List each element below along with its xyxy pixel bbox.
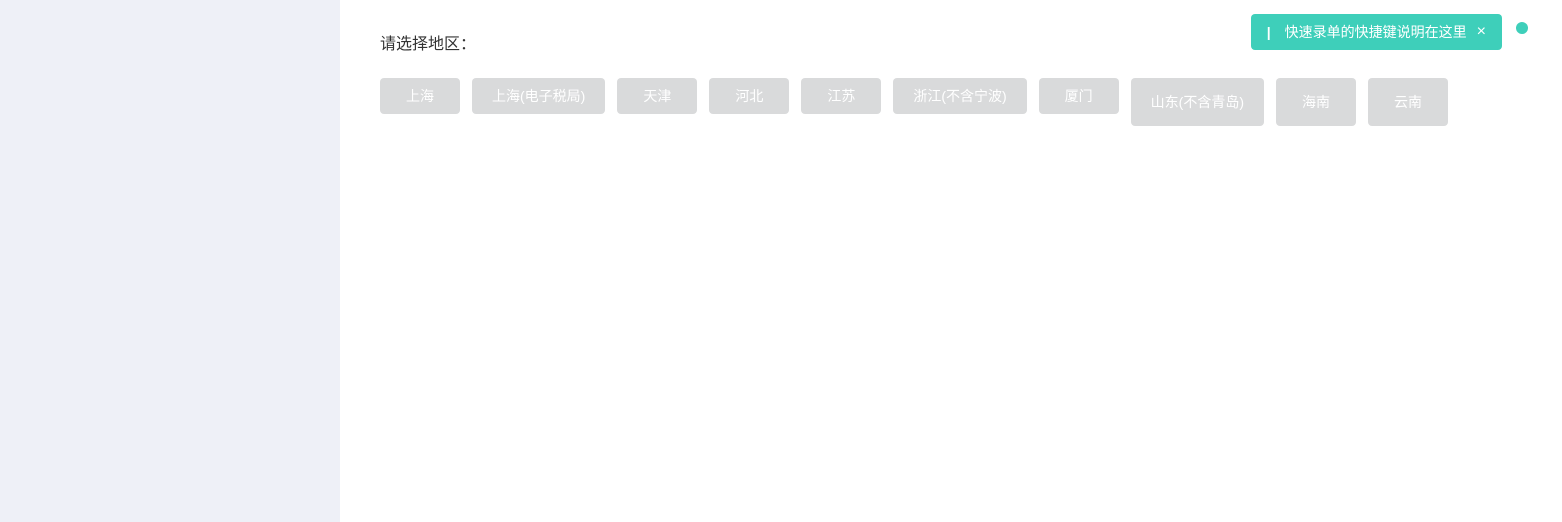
sidebar — [0, 0, 340, 522]
region-btn-tianjin[interactable]: 天津 — [617, 78, 697, 114]
region-btn-shanghai[interactable]: 上海 — [380, 78, 460, 114]
tooltip-dot — [1516, 22, 1528, 34]
region-btn-jiangsu[interactable]: 江苏 — [801, 78, 881, 114]
main-content: 请选择地区： 上海 上海(电子税局) 天津 河北 江苏 浙江(不含宁波) 厦门 … — [340, 0, 1562, 522]
tooltip-banner: 快速录单的快捷键说明在这里 × — [1251, 14, 1502, 50]
region-btn-xiamen[interactable]: 厦门 — [1039, 78, 1119, 114]
region-btn-shanghai-etax[interactable]: 上海(电子税局) — [472, 78, 605, 114]
tooltip-close-button[interactable]: × — [1477, 24, 1486, 40]
region-btn-hainan[interactable]: 海南 — [1276, 78, 1356, 126]
region-row-2: 山东(不含青岛) 海南 云南 — [1131, 78, 1448, 126]
region-btn-yunnan[interactable]: 云南 — [1368, 78, 1448, 126]
tooltip-text: 快速录单的快捷键说明在这里 — [1285, 22, 1467, 42]
region-btn-shandong[interactable]: 山东(不含青岛) — [1131, 78, 1264, 126]
region-btn-hebei[interactable]: 河北 — [709, 78, 789, 114]
region-btn-zhejiang[interactable]: 浙江(不含宁波) — [893, 78, 1026, 114]
region-buttons: 上海 上海(电子税局) 天津 河北 江苏 浙江(不含宁波) 厦门 山东(不含青岛… — [380, 78, 1522, 126]
region-row-1: 上海 上海(电子税局) 天津 河北 江苏 浙江(不含宁波) 厦门 — [380, 78, 1119, 114]
